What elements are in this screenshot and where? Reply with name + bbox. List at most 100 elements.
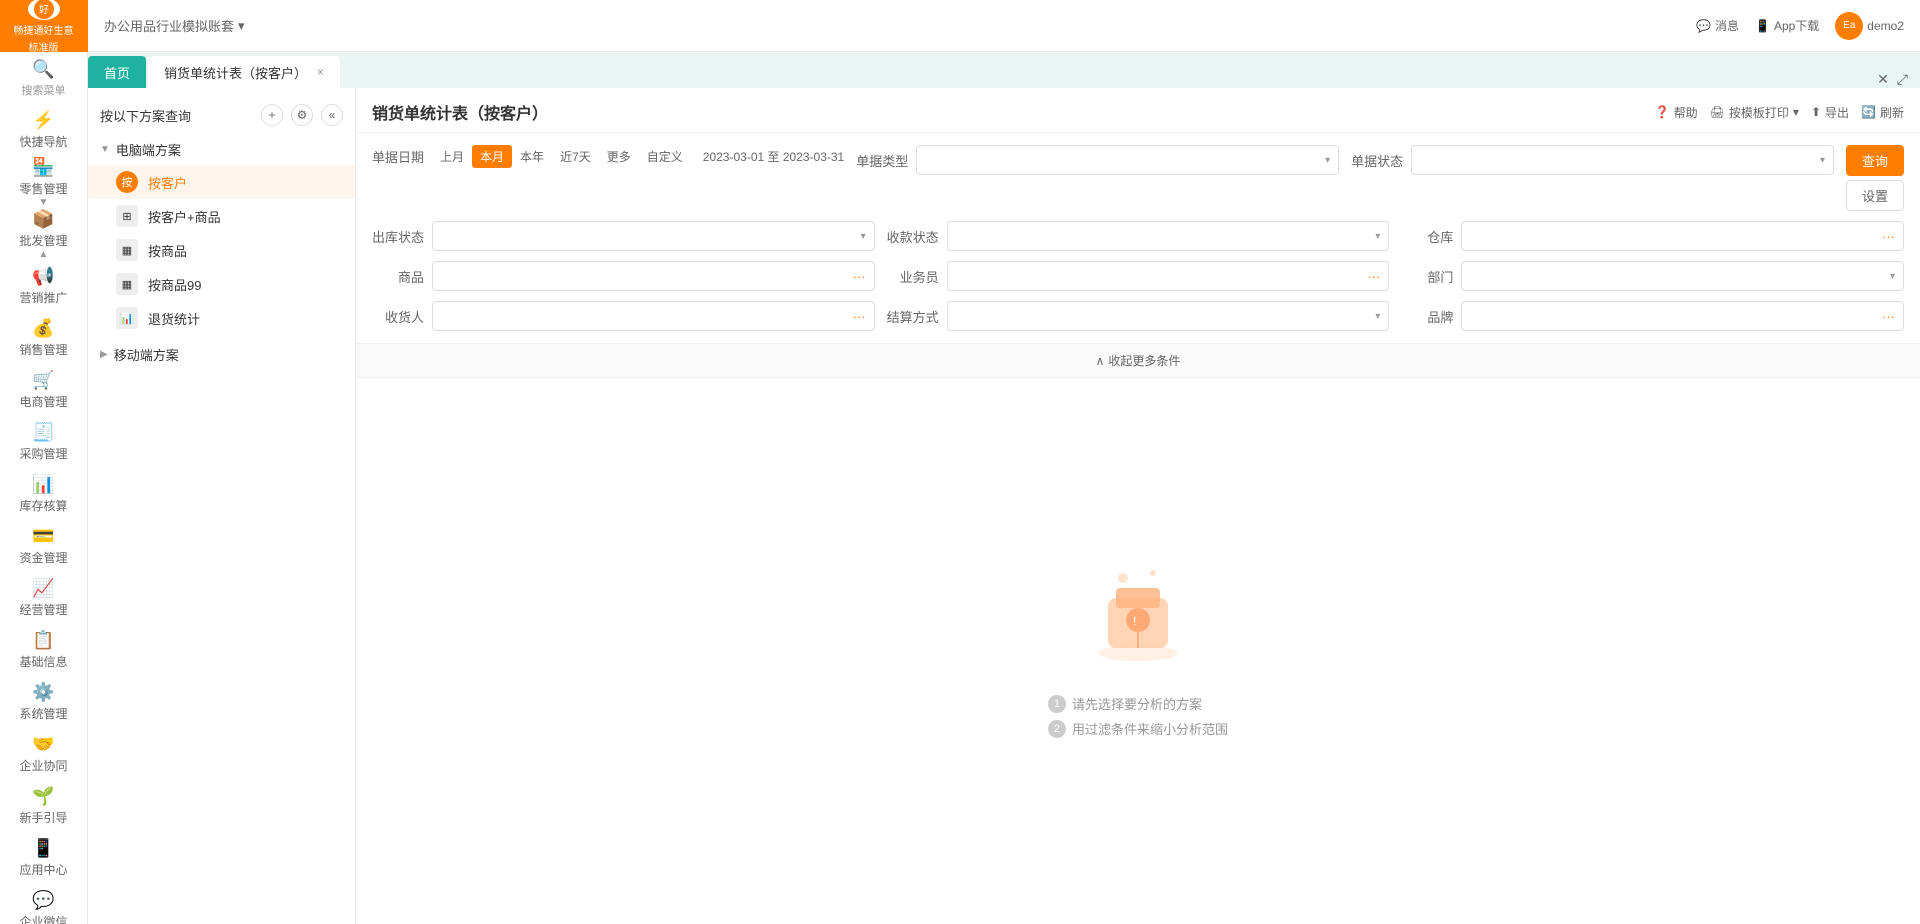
- voucher-type-label: 单据类型: [856, 151, 908, 170]
- refresh-icon: 🔄: [1861, 105, 1876, 119]
- settings-btn[interactable]: 设置: [1846, 180, 1904, 211]
- sidebar-inventory-label: 库存核算: [19, 497, 67, 514]
- tip-num-2: 2: [1048, 720, 1066, 738]
- tree-item-by-goods-99[interactable]: ▦ 按商品99: [88, 267, 355, 301]
- sidebar-item-finance[interactable]: 💳 资金管理: [0, 520, 87, 572]
- date-btn-more[interactable]: 更多: [599, 145, 639, 168]
- wholesale-icon: 📦: [32, 209, 54, 230]
- sidebar-wechat-label: 企业微信: [19, 913, 67, 924]
- sidebar-item-basic[interactable]: 📋 基础信息: [0, 624, 87, 676]
- date-btn-custom[interactable]: 自定义: [639, 145, 691, 168]
- sidebar-item-search[interactable]: 🔍 搜索菜单: [0, 52, 87, 104]
- tree-group-desktop[interactable]: ▼ 电脑端方案: [88, 134, 355, 165]
- search-icon: 🔍: [32, 59, 54, 80]
- out-status-label: 出库状态: [372, 227, 424, 246]
- message-label: 消息: [1715, 17, 1739, 34]
- finance-icon: 💳: [32, 526, 54, 547]
- voucher-status-select[interactable]: ▾: [1411, 145, 1834, 175]
- empty-state: ! 1 请先选择要分析的方案 2 用过滤条件来缩小分析范围: [356, 378, 1920, 924]
- left-panel-header: 按以下方案查询 + ⚙ «: [88, 96, 355, 134]
- dept-select[interactable]: ▾: [1461, 261, 1904, 291]
- salesman-label: 业务员: [887, 267, 939, 286]
- close-all-icon[interactable]: ✕: [1873, 71, 1893, 88]
- sidebar-item-marketing[interactable]: 📢 营销推广: [0, 260, 87, 312]
- collapse-bar[interactable]: ∧ 收起更多条件: [356, 344, 1920, 378]
- goods-input[interactable]: ···: [432, 261, 875, 291]
- user-profile[interactable]: Ea demo2: [1835, 12, 1904, 40]
- tree-group-mobile[interactable]: ▶ 移动端方案: [88, 339, 355, 370]
- expand-icon[interactable]: ⤢: [1893, 71, 1912, 88]
- out-status-select[interactable]: ▾: [432, 221, 875, 251]
- tab-sales-stat[interactable]: 销货单统计表（按客户） ×: [148, 56, 340, 88]
- date-btn-7days[interactable]: 近7天: [552, 145, 599, 168]
- basic-icon: 📋: [32, 630, 54, 651]
- tab-close-icon[interactable]: ×: [317, 65, 324, 79]
- warehouse-input[interactable]: ···: [1461, 221, 1904, 251]
- salesman-filter: 业务员 ···: [887, 261, 1390, 291]
- sidebar-item-inventory[interactable]: 📊 库存核算: [0, 468, 87, 520]
- voucher-type-select[interactable]: ▾: [916, 145, 1339, 175]
- sidebar-item-appcenter[interactable]: 📱 应用中心: [0, 832, 87, 884]
- tree-item-by-goods[interactable]: ▦ 按商品: [88, 233, 355, 267]
- company-selector[interactable]: 办公用品行业模拟账套 ▾: [104, 16, 245, 35]
- receipt-status-select[interactable]: ▾: [947, 221, 1390, 251]
- date-btn-this-month[interactable]: 本月: [472, 145, 512, 168]
- export-label: 导出: [1825, 104, 1849, 121]
- collapse-panel-btn[interactable]: «: [321, 104, 343, 126]
- sidebar-item-retail[interactable]: 🏪 零售管理 ▼: [0, 156, 87, 208]
- sidebar-wholesale-label: 批发管理: [19, 232, 67, 249]
- settlement-select[interactable]: ▾: [947, 301, 1390, 331]
- date-btn-last-month[interactable]: 上月: [432, 145, 472, 168]
- right-panel: 销货单统计表（按客户） ❓ 帮助 🖨 按模板打印 ▾ ⬆ 导出: [356, 88, 1920, 924]
- print-icon: 🖨: [1710, 105, 1725, 119]
- sidebar-item-operation[interactable]: 📈 经营管理: [0, 572, 87, 624]
- sidebar-item-sales[interactable]: 💰 销售管理: [0, 312, 87, 364]
- tree-expand-icon: ▼: [100, 144, 110, 155]
- query-btn[interactable]: 查询: [1846, 145, 1904, 176]
- receipt-status-filter: 收款状态 ▾: [887, 221, 1390, 251]
- sidebar-item-ecommerce[interactable]: 🛒 电商管理: [0, 364, 87, 416]
- tab-home-label: 首页: [104, 63, 130, 82]
- goods-dots: ···: [853, 269, 866, 284]
- consignee-input[interactable]: ···: [432, 301, 875, 331]
- page-title: 销货单统计表（按客户）: [372, 100, 548, 124]
- sidebar-quicknav-label: 快捷导航: [19, 133, 67, 150]
- settlement-arrow-icon: ▾: [1375, 311, 1380, 322]
- sidebar-item-wechat[interactable]: 💬 企业微信: [0, 884, 87, 924]
- export-btn[interactable]: ⬆ 导出: [1811, 104, 1849, 121]
- brand-input[interactable]: ···: [1461, 301, 1904, 331]
- message-btn[interactable]: 💬 消息: [1696, 17, 1739, 34]
- logo-text: 畅捷通好生意: [14, 22, 74, 37]
- template-print-btn[interactable]: 🖨 按模板打印 ▾: [1710, 104, 1799, 121]
- refresh-btn[interactable]: 🔄 刷新: [1861, 104, 1904, 121]
- action-buttons: 查询 设置: [1846, 145, 1904, 211]
- sidebar-logo[interactable]: 好 畅捷通好生意 标准版: [0, 0, 88, 52]
- app-download-btn[interactable]: 📱 App下载: [1755, 17, 1819, 34]
- tree-item-by-customer[interactable]: 按 按客户: [88, 165, 355, 199]
- by-goods-icon: ▦: [116, 239, 138, 261]
- sidebar-item-newbie[interactable]: 🌱 新手引导: [0, 780, 87, 832]
- tab-home[interactable]: 首页: [88, 56, 146, 88]
- tip-text-1: 请先选择要分析的方案: [1072, 694, 1202, 713]
- sidebar-item-system[interactable]: ⚙️ 系统管理: [0, 676, 87, 728]
- sidebar-item-wholesale[interactable]: 📦 批发管理 ▲: [0, 208, 87, 260]
- tab-controls: ✕ ⤢: [1865, 71, 1920, 88]
- date-btn-this-year[interactable]: 本年: [512, 145, 552, 168]
- sidebar-item-enterprise[interactable]: 🤝 企业协同: [0, 728, 87, 780]
- tree-item-by-customer-goods[interactable]: ⊞ 按客户+商品: [88, 199, 355, 233]
- tab-bar: 首页 销货单统计表（按客户） × ✕ ⤢: [88, 52, 1920, 88]
- settings-scheme-btn[interactable]: ⚙: [291, 104, 313, 126]
- help-btn[interactable]: ❓ 帮助: [1655, 104, 1698, 121]
- brand-label: 品牌: [1401, 307, 1453, 326]
- content-area: 按以下方案查询 + ⚙ « ▼ 电脑端方案 按 按客户 ⊞ 按客户+商品: [88, 88, 1920, 924]
- return-stat-icon: 📊: [116, 307, 138, 329]
- salesman-input[interactable]: ···: [947, 261, 1390, 291]
- sidebar-item-quicknav[interactable]: ⚡ 快捷导航: [0, 104, 87, 156]
- tree-item-return-stat[interactable]: 📊 退货统计: [88, 301, 355, 335]
- sidebar-marketing-label: 营销推广: [19, 289, 67, 306]
- sidebar-item-purchase[interactable]: 🧾 采购管理: [0, 416, 87, 468]
- wechat-icon: 💬: [32, 890, 54, 911]
- by-customer-label: 按客户: [148, 173, 187, 192]
- add-scheme-btn[interactable]: +: [261, 104, 283, 126]
- left-panel-tools: + ⚙ «: [261, 104, 343, 126]
